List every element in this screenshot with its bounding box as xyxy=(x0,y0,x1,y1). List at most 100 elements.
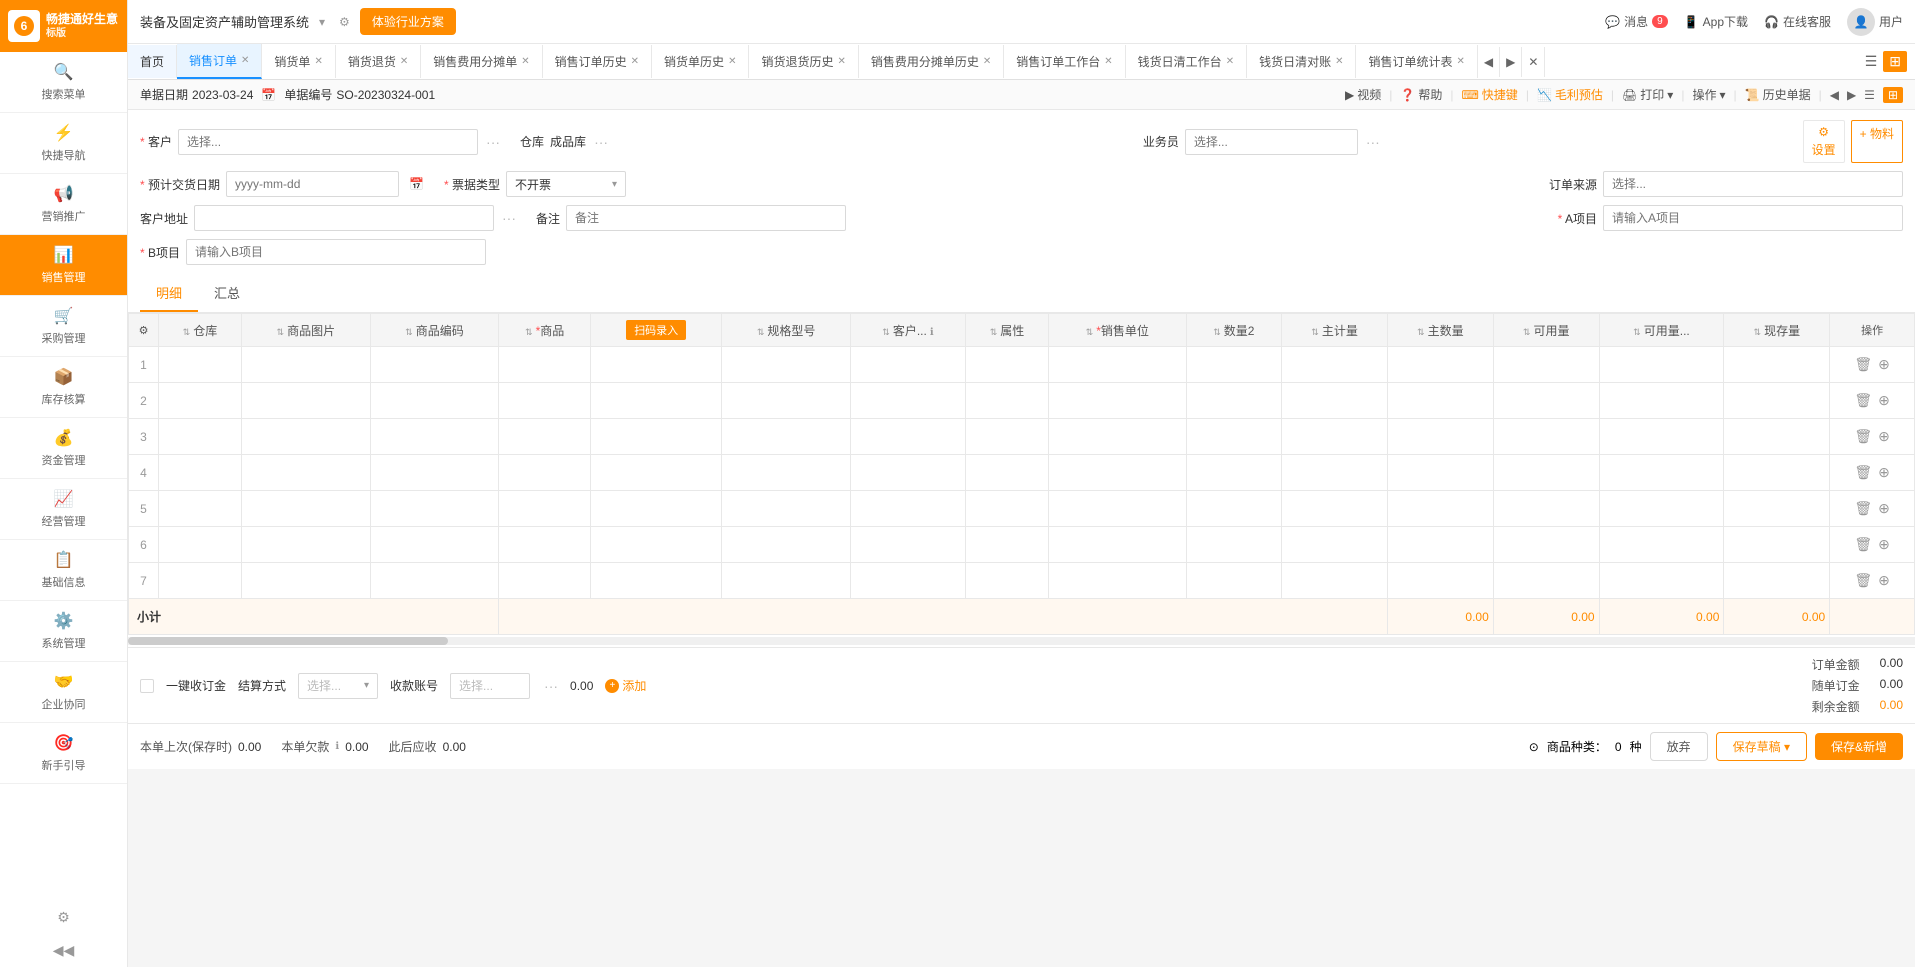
tab-detail[interactable]: 明细 xyxy=(140,275,198,312)
sidebar-item-finance[interactable]: 💰 资金管理 xyxy=(0,418,127,479)
customer-input[interactable] xyxy=(178,129,478,155)
row-customer-code[interactable] xyxy=(850,347,965,383)
tab-close-icon[interactable]: ✕ xyxy=(241,55,249,66)
tab-close-icon[interactable]: ✕ xyxy=(400,56,408,67)
add-payment-button[interactable]: + 添加 xyxy=(605,677,646,694)
operate-btn[interactable]: 操作 ▾ xyxy=(1692,86,1725,103)
b-project-input[interactable] xyxy=(186,239,486,265)
list-view-icon[interactable]: ☰ xyxy=(1864,88,1875,102)
receipt-account-select[interactable]: 选择... xyxy=(450,673,530,699)
salesperson-input[interactable] xyxy=(1185,129,1358,155)
delete-icon[interactable]: 🗑 xyxy=(1854,392,1872,409)
row-product[interactable] xyxy=(499,347,591,383)
warehouse-more-icon[interactable]: ··· xyxy=(594,134,608,150)
copy-icon[interactable]: ⊕ xyxy=(1878,500,1890,517)
expected-date-input[interactable] xyxy=(226,171,399,197)
tab-daily-workbench[interactable]: 钱货日清工作台 ✕ xyxy=(1126,45,1247,78)
expected-date-calendar-icon[interactable]: 📅 xyxy=(409,177,424,191)
delete-icon[interactable]: 🗑 xyxy=(1854,500,1872,517)
tab-return-history[interactable]: 销货退货历史 ✕ xyxy=(749,45,858,78)
tab-order-workbench[interactable]: 销售订单工作台 ✕ xyxy=(1004,45,1125,78)
row-attribute[interactable] xyxy=(966,347,1049,383)
row-unit[interactable] xyxy=(1048,347,1186,383)
profit-btn[interactable]: 📉 毛利预估 xyxy=(1537,86,1603,103)
tab-sales-return[interactable]: 销货退货 ✕ xyxy=(336,45,421,78)
tab-close-icon[interactable]: ✕ xyxy=(837,56,845,67)
sidebar-item-purchase[interactable]: 🛒 采购管理 xyxy=(0,296,127,357)
tab-home[interactable]: 首页 xyxy=(128,45,177,78)
row-product-code[interactable] xyxy=(370,347,499,383)
add-material-btn[interactable]: + 物料 xyxy=(1851,120,1903,163)
copy-icon[interactable]: ⊕ xyxy=(1878,464,1890,481)
tab-close-icon[interactable]: ✕ xyxy=(1104,56,1112,67)
customer-address-input[interactable] xyxy=(194,205,494,231)
sidebar-item-search[interactable]: 🔍 搜索菜单 xyxy=(0,52,127,113)
dropdown-arrow[interactable]: ▾ xyxy=(319,15,325,29)
sidebar-item-quick-nav[interactable]: ⚡ 快捷导航 xyxy=(0,113,127,174)
sidebar-item-inventory[interactable]: 📦 库存核算 xyxy=(0,357,127,418)
shortcut-btn[interactable]: ⌨ 快捷键 xyxy=(1461,86,1517,103)
tab-nav-right[interactable]: ▶ xyxy=(1500,47,1522,77)
row-spec[interactable] xyxy=(722,347,851,383)
debt-info-icon[interactable]: ℹ xyxy=(335,741,339,752)
tab-close-icon[interactable]: ✕ xyxy=(314,56,322,67)
table-scrollbar[interactable] xyxy=(128,637,1915,645)
print-btn[interactable]: 🖨 打印 ▾ xyxy=(1622,86,1673,103)
copy-icon[interactable]: ⊕ xyxy=(1878,356,1890,373)
sidebar-item-marketing[interactable]: 📢 营销推广 xyxy=(0,174,127,235)
delete-icon[interactable]: 🗑 xyxy=(1854,464,1872,481)
row-available[interactable] xyxy=(1493,347,1599,383)
sidebar-item-enterprise[interactable]: 🤝 企业协同 xyxy=(0,662,127,723)
save-draft-button[interactable]: 保存草稿 ▾ xyxy=(1716,732,1807,761)
tab-sales-goods[interactable]: 销货单 ✕ xyxy=(262,45,335,78)
order-source-input[interactable] xyxy=(1603,171,1903,197)
tab-close-icon[interactable]: ✕ xyxy=(728,56,736,67)
payment-method-select[interactable]: 选择... ▾ xyxy=(298,673,378,699)
sidebar-item-operation[interactable]: 📈 经营管理 xyxy=(0,479,127,540)
row-product-image[interactable] xyxy=(241,347,370,383)
app-download-button[interactable]: 📱 App下载 xyxy=(1684,13,1748,30)
tab-close-icon[interactable]: ✕ xyxy=(1457,56,1465,67)
row-warehouse[interactable] xyxy=(159,347,242,383)
row-current-stock[interactable] xyxy=(1724,347,1830,383)
tab-close-icon[interactable]: ✕ xyxy=(983,56,991,67)
message-button[interactable]: 💬 消息 9 xyxy=(1605,13,1668,30)
sidebar-item-basic-info[interactable]: 📋 基础信息 xyxy=(0,540,127,601)
tab-list-icon[interactable]: ☰ xyxy=(1865,53,1878,70)
sidebar-item-sales[interactable]: 📊 销售管理 xyxy=(0,235,127,296)
card-view-icon[interactable]: ⊞ xyxy=(1883,87,1903,103)
tab-nav-left[interactable]: ◀ xyxy=(1478,47,1500,77)
tab-close-icon[interactable]: ✕ xyxy=(1226,56,1234,67)
save-new-button[interactable]: 保存&新增 xyxy=(1815,733,1903,760)
a-project-input[interactable] xyxy=(1603,205,1903,231)
scan-button[interactable]: 扫码录入 xyxy=(626,320,686,340)
tab-daily-reconcile[interactable]: 钱货日清对账 ✕ xyxy=(1247,45,1356,78)
sidebar-collapse[interactable]: ◀◀ xyxy=(0,934,127,967)
tab-expense-split[interactable]: 销售费用分摊单 ✕ xyxy=(421,45,542,78)
copy-icon[interactable]: ⊕ xyxy=(1878,536,1890,553)
next-record-icon[interactable]: ▶ xyxy=(1847,88,1856,102)
delete-icon[interactable]: 🗑 xyxy=(1854,428,1872,445)
view-btn[interactable]: ▶ 视频 xyxy=(1345,86,1381,103)
calendar-icon[interactable]: 📅 xyxy=(261,88,276,102)
address-more-icon[interactable]: ··· xyxy=(502,210,516,226)
copy-icon[interactable]: ⊕ xyxy=(1878,392,1890,409)
tab-layout-icon[interactable]: ⊞ xyxy=(1883,51,1907,72)
discard-button[interactable]: 放弃 xyxy=(1650,732,1708,761)
sidebar-settings[interactable]: ⚙ xyxy=(0,901,127,934)
sidebar-item-system[interactable]: ⚙️ 系统管理 xyxy=(0,601,127,662)
receipt-more-icon[interactable]: ··· xyxy=(544,678,558,694)
scrollbar-thumb[interactable] xyxy=(128,637,448,645)
copy-icon[interactable]: ⊕ xyxy=(1878,572,1890,589)
invoice-select[interactable]: 不开票 ▾ xyxy=(506,171,626,197)
sidebar-item-guide[interactable]: 🎯 新手引导 xyxy=(0,723,127,784)
tab-close-icon[interactable]: ✕ xyxy=(1335,56,1343,67)
prev-record-icon[interactable]: ◀ xyxy=(1830,88,1839,102)
tab-close-icon[interactable]: ✕ xyxy=(631,56,639,67)
user-profile-button[interactable]: 👤 用户 xyxy=(1847,8,1903,36)
tab-order-stats[interactable]: 销售订单统计表 ✕ xyxy=(1356,45,1477,78)
row-main-unit[interactable] xyxy=(1282,347,1388,383)
settings-btn[interactable]: ⚙ 设置 xyxy=(1803,120,1845,163)
delete-icon[interactable]: 🗑 xyxy=(1854,356,1872,373)
tab-expense-history[interactable]: 销售费用分摊单历史 ✕ xyxy=(859,45,1004,78)
